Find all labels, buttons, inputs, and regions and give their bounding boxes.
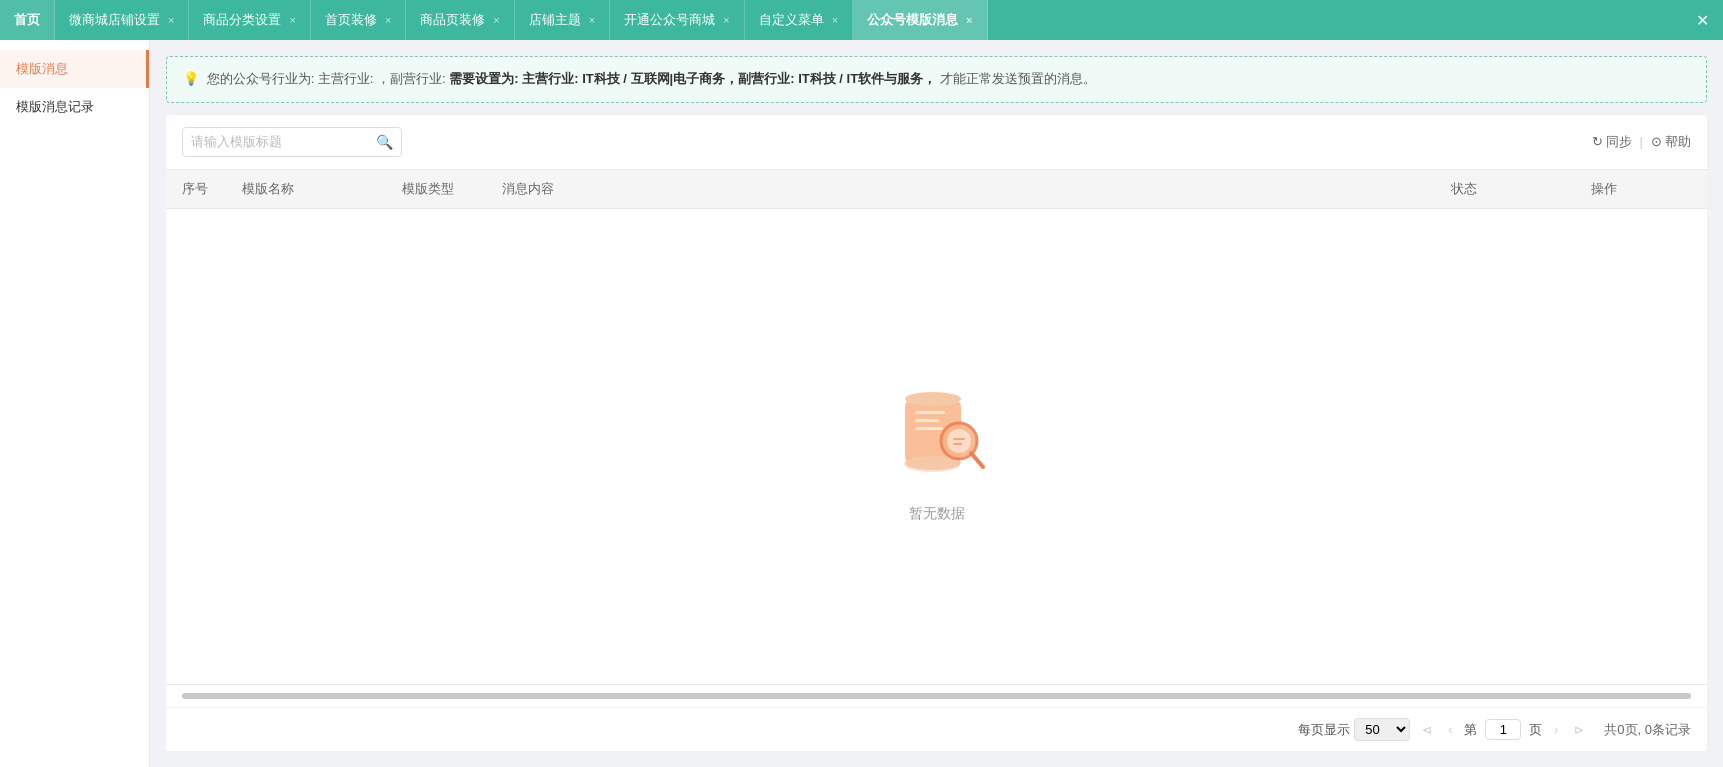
close-icon[interactable]: ×: [589, 14, 595, 26]
close-icon[interactable]: ×: [832, 14, 838, 26]
close-icon[interactable]: ×: [289, 14, 295, 26]
sync-label: 同步: [1606, 133, 1632, 151]
help-circle-icon: ⊙: [1651, 134, 1662, 149]
nav-tab-home[interactable]: 首页: [0, 0, 55, 40]
search-input[interactable]: [191, 134, 376, 149]
svg-point-8: [947, 429, 971, 453]
col-header-status: 状态: [1451, 180, 1591, 198]
nav-tab-store-theme-label: 店铺主题: [529, 11, 581, 29]
table-header: 序号 模版名称 模版类型 消息内容 状态 操作: [166, 169, 1707, 209]
close-icon[interactable]: ×: [966, 14, 972, 26]
last-page-button[interactable]: ⊳: [1570, 721, 1588, 739]
nav-tab-home-label: 首页: [14, 11, 40, 29]
svg-rect-10: [953, 438, 965, 440]
per-page-label: 每页显示: [1298, 721, 1350, 739]
empty-illustration: [877, 369, 997, 489]
search-input-wrap[interactable]: 🔍: [182, 127, 402, 157]
nav-tab-open-mall[interactable]: 开通公众号商城 ×: [610, 0, 744, 40]
pagination-summary: 共0页, 0条记录: [1604, 721, 1691, 739]
svg-rect-4: [915, 411, 945, 414]
nav-tab-template-msg[interactable]: 公众号模版消息 ×: [853, 0, 987, 40]
svg-line-9: [971, 453, 983, 467]
top-nav: 首页 微商城店铺设置 × 商品分类设置 × 首页装修 × 商品页装修 × 店铺主…: [0, 0, 1723, 40]
col-header-type: 模版类型: [402, 180, 502, 198]
lightbulb-icon: 💡: [183, 71, 199, 86]
notice-box: 💡 您的公众号行业为: 主营行业: ，副营行业: 需要设置为: 主营行业: IT…: [166, 56, 1707, 103]
nav-tab-home-decoration-label: 首页装修: [325, 11, 377, 29]
toolbar-right: ↻ 同步 | ⊙ 帮助: [1592, 133, 1691, 151]
scrollbar-area[interactable]: [166, 684, 1707, 707]
global-close-button[interactable]: ✕: [1682, 0, 1723, 40]
search-bar: 🔍 ↻ 同步 | ⊙ 帮助: [166, 115, 1707, 169]
sidebar-item-template-message-log-label: 模版消息记录: [16, 99, 94, 114]
divider: |: [1640, 134, 1643, 149]
close-icon[interactable]: ×: [723, 14, 729, 26]
nav-tab-store-settings[interactable]: 微商城店铺设置 ×: [55, 0, 189, 40]
notice-suffix: 才能正常发送预置的消息。: [940, 71, 1096, 86]
col-header-action: 操作: [1591, 180, 1691, 198]
col-header-index: 序号: [182, 180, 242, 198]
nav-tab-store-settings-label: 微商城店铺设置: [69, 11, 160, 29]
search-button[interactable]: 🔍: [376, 134, 393, 150]
svg-rect-5: [915, 419, 939, 422]
prev-page-button[interactable]: ‹: [1444, 721, 1456, 739]
col-header-content: 消息内容: [502, 180, 1451, 198]
svg-rect-6: [915, 427, 943, 430]
per-page-dropdown[interactable]: 50 20 100: [1354, 718, 1410, 741]
nav-tab-template-msg-label: 公众号模版消息: [867, 11, 958, 29]
notice-highlight: 需要设置为: 主营行业: IT科技 / 互联网|电子商务，副营行业: IT科技 …: [449, 71, 936, 86]
close-icon[interactable]: ×: [385, 14, 391, 26]
help-button[interactable]: ⊙ 帮助: [1651, 133, 1691, 151]
sidebar-item-template-message-label: 模版消息: [16, 61, 68, 76]
empty-state: 暂无数据: [166, 209, 1707, 684]
sidebar-item-template-message[interactable]: 模版消息: [0, 50, 149, 88]
sync-icon: ↻: [1592, 134, 1603, 149]
page-label: 第: [1464, 721, 1477, 739]
nav-tab-category-settings-label: 商品分类设置: [203, 11, 281, 29]
close-icon[interactable]: ×: [493, 14, 499, 26]
sync-button[interactable]: ↻ 同步: [1592, 133, 1632, 151]
page-input[interactable]: [1485, 719, 1521, 740]
first-page-button[interactable]: ⊲: [1418, 721, 1436, 739]
content-area: 💡 您的公众号行业为: 主营行业: ，副营行业: 需要设置为: 主营行业: IT…: [150, 40, 1723, 767]
nav-tab-custom-menu[interactable]: 自定义菜单 ×: [745, 0, 853, 40]
nav-tab-product-decoration-label: 商品页装修: [420, 11, 485, 29]
next-page-button[interactable]: ›: [1550, 721, 1562, 739]
close-icon[interactable]: ×: [168, 14, 174, 26]
col-header-name: 模版名称: [242, 180, 402, 198]
per-page-select: 每页显示 50 20 100: [1298, 718, 1410, 741]
svg-rect-11: [953, 443, 962, 445]
nav-tab-open-mall-label: 开通公众号商城: [624, 11, 715, 29]
pagination: 每页显示 50 20 100 ⊲ ‹ 第 页 › ⊳ 共0页, 0条记录: [166, 707, 1707, 751]
nav-tab-home-decoration[interactable]: 首页装修 ×: [311, 0, 406, 40]
sidebar: 模版消息 模版消息记录: [0, 40, 150, 767]
nav-tab-category-settings[interactable]: 商品分类设置 ×: [189, 0, 310, 40]
nav-tab-custom-menu-label: 自定义菜单: [759, 11, 824, 29]
global-close-icon: ✕: [1696, 11, 1709, 30]
nav-tab-store-theme[interactable]: 店铺主题 ×: [515, 0, 610, 40]
help-label: 帮助: [1665, 133, 1691, 151]
main-layout: 模版消息 模版消息记录 💡 您的公众号行业为: 主营行业: ，副营行业: 需要设…: [0, 40, 1723, 767]
nav-tab-product-decoration[interactable]: 商品页装修 ×: [406, 0, 514, 40]
page-unit: 页: [1529, 721, 1542, 739]
empty-text: 暂无数据: [909, 505, 965, 523]
notice-prefix: 您的公众号行业为: 主营行业: ，副营行业:: [207, 71, 446, 86]
horizontal-scrollbar[interactable]: [182, 693, 1691, 699]
sidebar-item-template-message-log[interactable]: 模版消息记录: [0, 88, 149, 126]
table-area: 🔍 ↻ 同步 | ⊙ 帮助 序号 模版名称 模版: [166, 115, 1707, 751]
svg-point-2: [905, 392, 961, 406]
